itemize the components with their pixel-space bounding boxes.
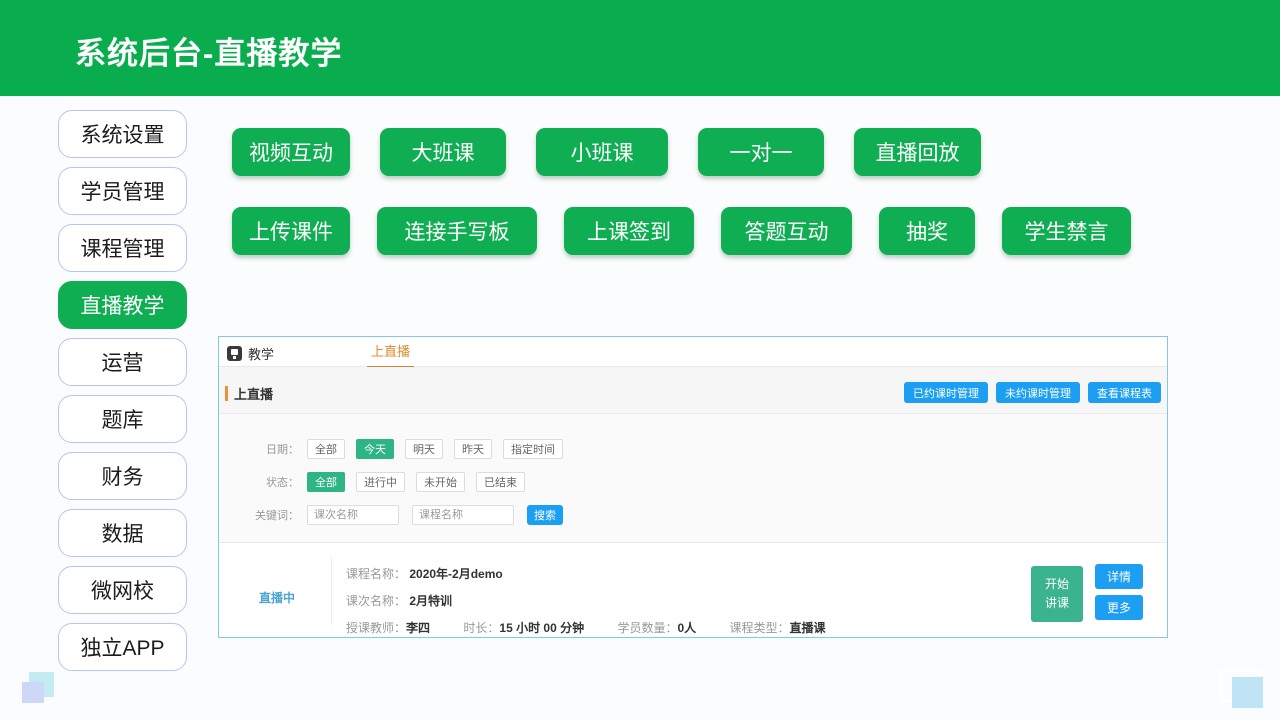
- course-name-line: 课程名称： 2020年-2月demo: [346, 561, 856, 588]
- section-title: 上直播: [234, 384, 273, 403]
- course-type-label: 课程类型：: [729, 621, 789, 635]
- decor-square-blue-right: [1232, 677, 1263, 708]
- date-chip-today[interactable]: 今天: [356, 439, 394, 459]
- sidebar-item-standalone-app[interactable]: 独立APP: [58, 623, 187, 671]
- feature-row-1: 视频互动 大班课 小班课 一对一 直播回放: [232, 128, 981, 176]
- sidebar-item-question-bank[interactable]: 题库: [58, 395, 187, 443]
- date-chip-yesterday[interactable]: 昨天: [454, 439, 492, 459]
- search-button[interactable]: 搜索: [527, 505, 563, 525]
- feature-one-on-one-button[interactable]: 一对一: [698, 128, 824, 176]
- course-list: 直播中 课程名称： 2020年-2月demo 课次名称： 2月特训 授课教师：李…: [219, 543, 1167, 637]
- lesson-name-input[interactable]: [307, 505, 399, 525]
- live-status-badge: 直播中: [259, 589, 295, 606]
- brand-label: 教学: [248, 344, 274, 363]
- course-type-value: 直播课: [790, 621, 826, 635]
- page: 系统后台-直播教学 系统设置 学员管理 课程管理 直播教学 运营 题库 财务 数…: [0, 0, 1280, 720]
- duration-value: 15 小时 00 分钟: [499, 621, 584, 635]
- sidebar-item-data[interactable]: 数据: [58, 509, 187, 557]
- section-header-band: 上直播 已约课时管理 未约课时管理 查看课程表: [219, 367, 1167, 414]
- date-filter-label: 日期：: [241, 441, 299, 457]
- lesson-name-line: 课次名称： 2月特训: [346, 588, 856, 615]
- status-filter-row: 状态： 全部 进行中 未开始 已结束: [241, 471, 536, 493]
- tab-go-live[interactable]: 上直播: [367, 337, 414, 368]
- decor-square-lavender-left: [22, 682, 44, 703]
- status-filter-label: 状态：: [241, 474, 299, 490]
- panel-tab-bar: 教学 上直播: [219, 337, 1167, 367]
- feature-upload-courseware-button[interactable]: 上传课件: [232, 207, 350, 255]
- duration-label: 时长：: [463, 621, 499, 635]
- status-chip-notstarted[interactable]: 未开始: [416, 472, 465, 492]
- type-group: 课程类型：直播课: [729, 621, 825, 635]
- students-value: 0人: [677, 621, 696, 635]
- feature-mute-students-button[interactable]: 学生禁言: [1002, 207, 1131, 255]
- unbooked-lessons-button[interactable]: 未约课时管理: [996, 382, 1080, 403]
- sidebar-item-system-settings[interactable]: 系统设置: [58, 110, 187, 158]
- sidebar-item-micro-school[interactable]: 微网校: [58, 566, 187, 614]
- status-chip-ongoing[interactable]: 进行中: [356, 472, 405, 492]
- more-button[interactable]: 更多: [1095, 595, 1143, 620]
- course-details: 课程名称： 2020年-2月demo 课次名称： 2月特训 授课教师：李四 时长…: [346, 561, 856, 642]
- teaching-app-icon: [227, 346, 242, 361]
- course-name-value: 2020年-2月demo: [409, 567, 502, 581]
- students-group: 学员数量：0人: [617, 621, 696, 635]
- feature-live-replay-button[interactable]: 直播回放: [854, 128, 981, 176]
- teacher-group: 授课教师：李四: [346, 621, 430, 635]
- section-header-buttons: 已约课时管理 未约课时管理 查看课程表: [904, 382, 1161, 403]
- feature-lottery-button[interactable]: 抽奖: [879, 207, 975, 255]
- start-teaching-button[interactable]: 开始讲课: [1031, 566, 1083, 622]
- lesson-name-value: 2月特训: [409, 594, 452, 608]
- course-name-input[interactable]: [412, 505, 514, 525]
- header-banner: 系统后台-直播教学: [0, 0, 1280, 96]
- date-chip-all[interactable]: 全部: [307, 439, 345, 459]
- status-chip-all[interactable]: 全部: [307, 472, 345, 492]
- students-label: 学员数量：: [617, 621, 677, 635]
- details-button[interactable]: 详情: [1095, 564, 1143, 589]
- teacher-value: 李四: [406, 621, 430, 635]
- filter-area: 日期： 全部 今天 明天 昨天 指定时间 状态： 全部 进行中 未开始 已结束 …: [219, 414, 1167, 543]
- date-filter-row: 日期： 全部 今天 明天 昨天 指定时间: [241, 438, 574, 460]
- course-name-label: 课程名称：: [346, 567, 406, 581]
- page-title: 系统后台-直播教学: [75, 28, 342, 73]
- lesson-name-label: 课次名称：: [346, 594, 406, 608]
- panel-brand: 教学: [227, 344, 274, 363]
- view-timetable-button[interactable]: 查看课程表: [1088, 382, 1161, 403]
- section-title-wrap: 上直播: [225, 384, 273, 403]
- feature-video-interaction-button[interactable]: 视频互动: [232, 128, 350, 176]
- feature-large-class-button[interactable]: 大班课: [380, 128, 506, 176]
- feature-row-2: 上传课件 连接手写板 上课签到 答题互动 抽奖 学生禁言: [232, 207, 1131, 255]
- row-divider: [331, 557, 332, 625]
- feature-quiz-interaction-button[interactable]: 答题互动: [721, 207, 852, 255]
- status-chip-ended[interactable]: 已结束: [476, 472, 525, 492]
- sidebar-item-operations[interactable]: 运营: [58, 338, 187, 386]
- live-admin-panel: 教学 上直播 上直播 已约课时管理 未约课时管理 查看课程表 日期： 全部 今天…: [218, 336, 1168, 638]
- keyword-filter-row: 关键词： 搜索: [241, 504, 563, 526]
- date-chip-tomorrow[interactable]: 明天: [405, 439, 443, 459]
- feature-class-signin-button[interactable]: 上课签到: [564, 207, 694, 255]
- sidebar-item-course-mgmt[interactable]: 课程管理: [58, 224, 187, 272]
- sidebar-item-finance[interactable]: 财务: [58, 452, 187, 500]
- sidebar: 系统设置 学员管理 课程管理 直播教学 运营 题库 财务 数据 微网校 独立AP…: [58, 110, 187, 671]
- date-chip-custom[interactable]: 指定时间: [503, 439, 563, 459]
- keyword-label: 关键词：: [241, 507, 299, 523]
- section-accent-bar: [225, 386, 228, 401]
- booked-lessons-button[interactable]: 已约课时管理: [904, 382, 988, 403]
- feature-connect-tablet-button[interactable]: 连接手写板: [377, 207, 537, 255]
- sidebar-item-student-mgmt[interactable]: 学员管理: [58, 167, 187, 215]
- teacher-label: 授课教师：: [346, 621, 406, 635]
- sidebar-item-live-teaching[interactable]: 直播教学: [58, 281, 187, 329]
- feature-small-class-button[interactable]: 小班课: [536, 128, 668, 176]
- duration-group: 时长：15 小时 00 分钟: [463, 621, 584, 635]
- course-meta-line: 授课教师：李四 时长：15 小时 00 分钟 学员数量：0人 课程类型：直播课: [346, 615, 856, 642]
